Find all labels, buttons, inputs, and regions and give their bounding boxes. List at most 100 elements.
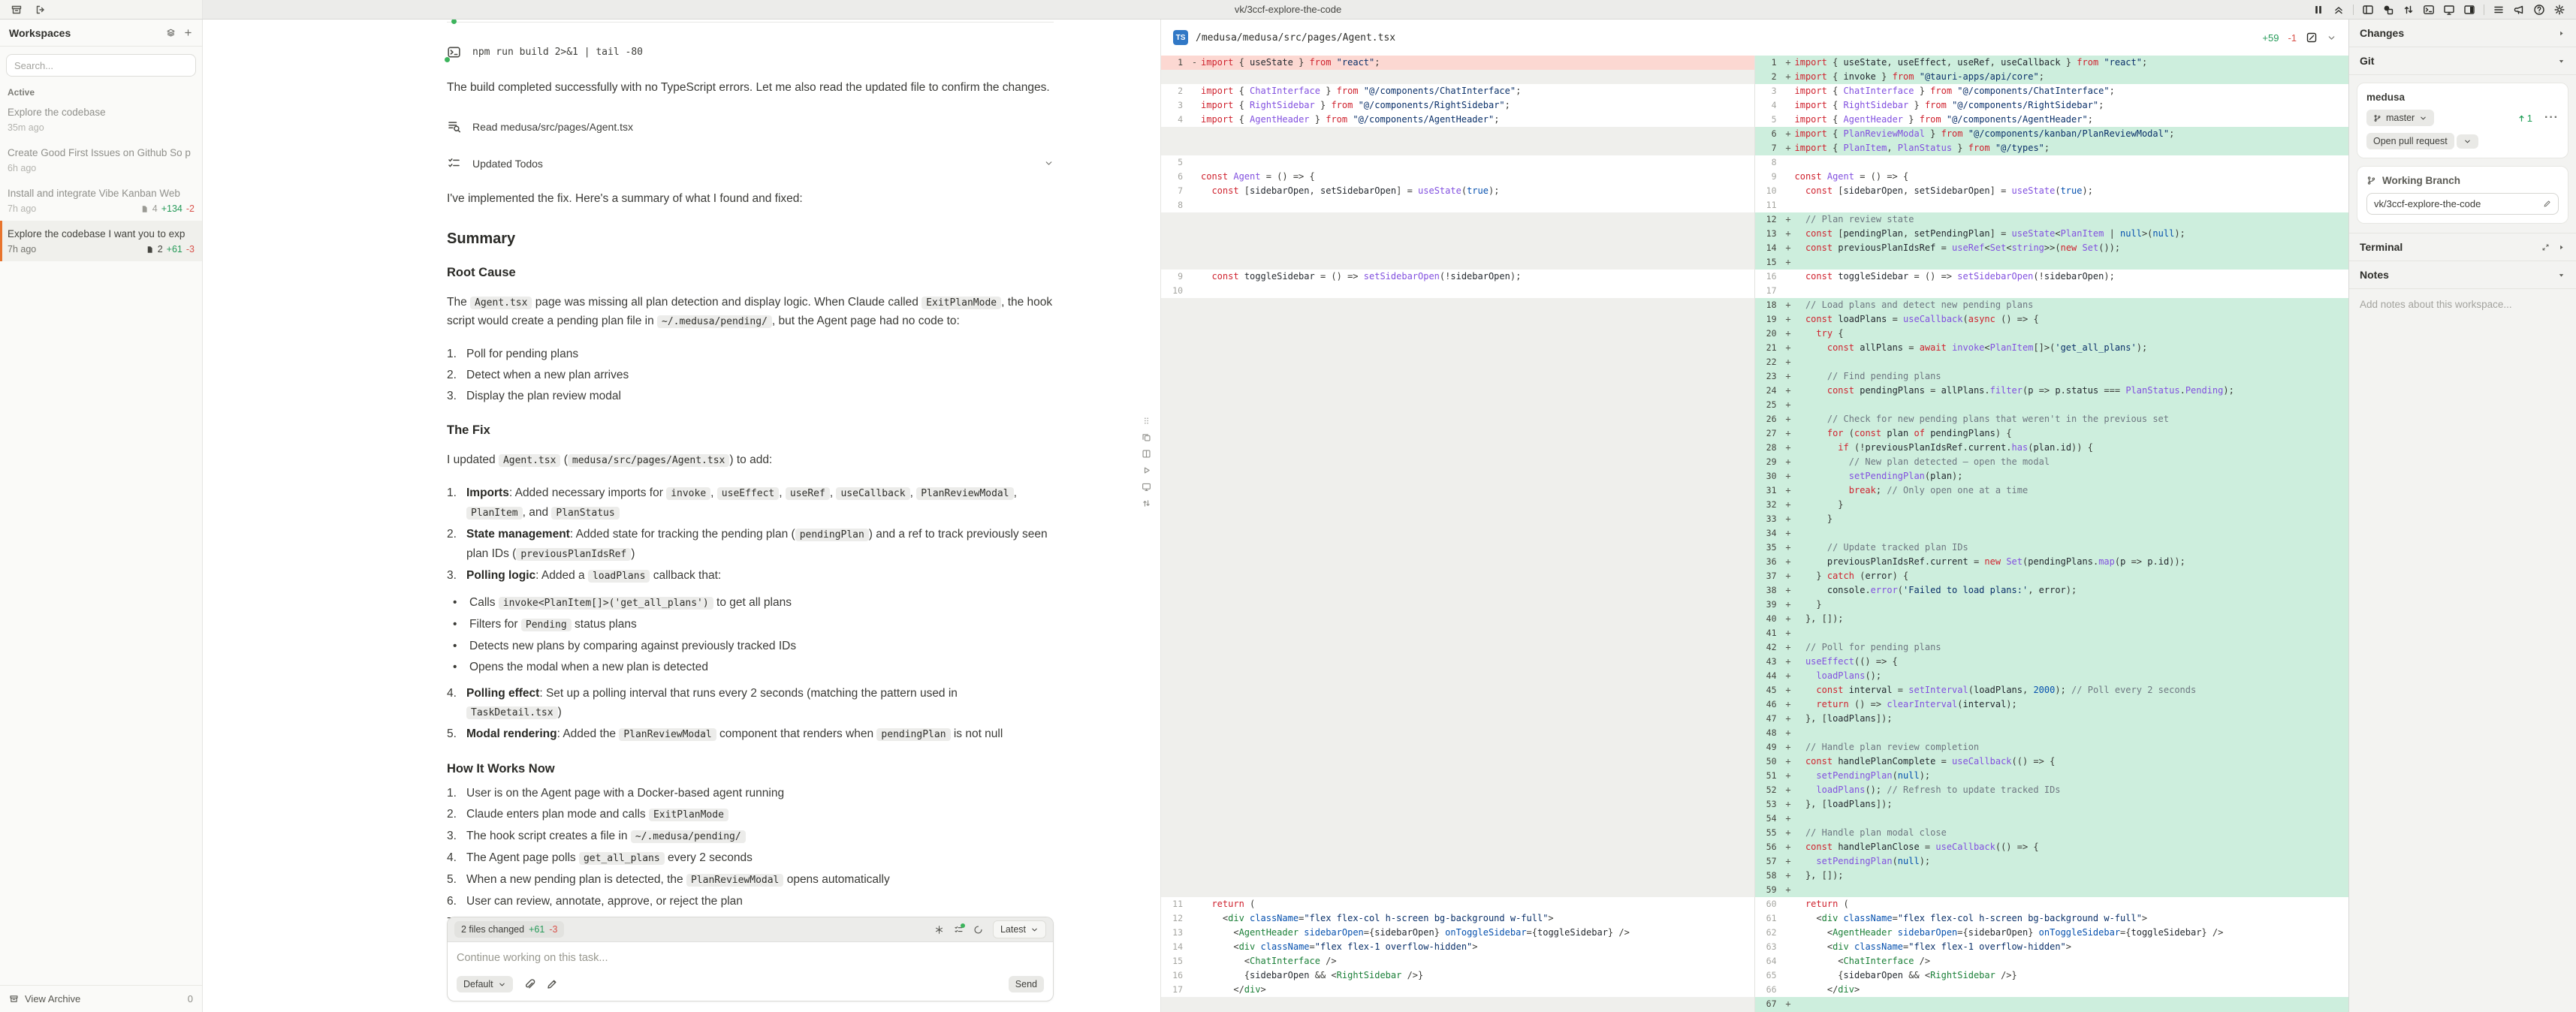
notes-label: Notes — [2360, 269, 2389, 281]
diff-line-added: 46+ return () => clearInterval(interval)… — [1755, 697, 2349, 712]
tool-call-row[interactable]: Read medusa/src/pages/Agent.tsx — [447, 119, 1054, 134]
workspace-item[interactable]: Explore the codebase35m ago — [0, 99, 202, 140]
diff-line-added: 49+ // Handle plan review completion — [1755, 740, 2349, 754]
list-item: 1.Imports: Added necessary imports for i… — [447, 483, 1054, 523]
diff-pane-old: 1-import { useState } from "react";2impo… — [1161, 56, 1755, 1012]
pr-options-button[interactable] — [2457, 134, 2478, 149]
search-input[interactable]: Search... — [6, 54, 196, 77]
diff-line-filler — [1161, 997, 1754, 1011]
message-input[interactable]: Continue working on this task... — [457, 952, 1044, 964]
workspace-item[interactable]: Explore the codebase I want you to exp7h… — [0, 221, 202, 261]
diff-line-added: 7+import { PlanItem, PlanStatus } from "… — [1755, 141, 2349, 155]
diff-line-added: 38+ console.error('Failed to load plans:… — [1755, 583, 2349, 598]
notes-input[interactable]: Add notes about this workspace... — [2349, 289, 2576, 320]
ahead-count: 1 — [2527, 113, 2532, 124]
diff-line-added: 42+ // Poll for pending plans — [1755, 640, 2349, 655]
expand-icon[interactable] — [2541, 243, 2550, 251]
panel-left-icon[interactable] — [2362, 4, 2374, 16]
diff-line-filler — [1161, 512, 1754, 526]
diff-line-context: 14 <div className="flex flex-1 overflow-… — [1161, 940, 1754, 954]
diff-line-filler — [1161, 255, 1754, 270]
more-actions-button[interactable]: ··· — [2544, 111, 2559, 125]
workspace-diff-stats: 4+134-2 — [140, 203, 195, 214]
copy-icon[interactable] — [1142, 432, 1151, 442]
help-icon[interactable] — [2533, 4, 2545, 16]
model-select[interactable]: Default — [457, 976, 513, 992]
chevrons-up-icon[interactable] — [2333, 4, 2345, 16]
working-branch-input[interactable]: vk/3ccf-explore-the-code — [2366, 193, 2559, 215]
diff-view-toggle-icon[interactable] — [2306, 32, 2318, 44]
diff-line-added: 40+ }, []); — [1755, 612, 2349, 626]
section-notes[interactable]: Notes — [2349, 261, 2576, 289]
diff-line-added: 28+ if (!previousPlanIdsRef.current.has(… — [1755, 441, 2349, 455]
version-select-label: Latest — [1000, 924, 1026, 935]
tool-call-row[interactable]: Updated Todos — [447, 156, 1054, 170]
git-compare-icon[interactable] — [1142, 498, 1151, 508]
layers-icon[interactable] — [166, 28, 176, 38]
diff-line-added: 48+ — [1755, 726, 2349, 740]
shapes-icon[interactable] — [2382, 4, 2394, 16]
menu-icon[interactable] — [2493, 4, 2505, 16]
megaphone-icon[interactable] — [2513, 4, 2525, 16]
diff-line-context: 5import { AgentHeader } from "@/componen… — [1755, 113, 2349, 127]
diff-line-filler — [1161, 141, 1754, 155]
list-item: 3.Display the plan review modal — [447, 387, 1054, 405]
diff-line-filler — [1161, 726, 1754, 740]
grip-icon[interactable] — [1142, 416, 1151, 426]
send-button[interactable]: Send — [1009, 976, 1044, 992]
add-workspace-button[interactable] — [183, 28, 193, 38]
diff-file-header[interactable]: TS /medusa/medusa/src/pages/Agent.tsx +5… — [1161, 20, 2348, 56]
diff-line-filler — [1161, 355, 1754, 369]
diff-line-added: 24+ const pendingPlans = allPlans.filter… — [1755, 384, 2349, 398]
workspaces-sidebar: Workspaces Search... Active Explore the … — [0, 20, 203, 1012]
assistant-paragraph: I've implemented the fix. Here's a summa… — [447, 190, 1054, 208]
terminal-icon[interactable] — [2423, 4, 2435, 16]
spinner-icon[interactable] — [973, 925, 983, 935]
gear-icon[interactable] — [2553, 4, 2565, 16]
paperclip-icon[interactable] — [523, 978, 535, 990]
diff-line-added: 34+ — [1755, 526, 2349, 541]
diff-line-added: 13+ const [pendingPlan, setPendingPlan] … — [1755, 227, 2349, 241]
chevron-down-icon[interactable] — [1044, 158, 1054, 168]
typescript-badge: TS — [1173, 30, 1188, 45]
collapse-diff-icon[interactable] — [2327, 33, 2336, 43]
terminal-icon — [447, 45, 463, 59]
diff-line-added: 1+import { useState, useEffect, useRef, … — [1755, 56, 2349, 70]
workspace-time: 7h ago — [8, 244, 36, 255]
pause-icon[interactable] — [2312, 4, 2324, 16]
section-git[interactable]: Git — [2349, 47, 2576, 75]
archive-icon[interactable] — [11, 4, 23, 16]
pen-icon[interactable] — [546, 978, 558, 990]
files-changed-chip[interactable]: 2 files changed +61 -3 — [454, 921, 564, 938]
todos-icon[interactable] — [954, 925, 964, 935]
diff-line-context: 12 <div className="flex flex-col h-scree… — [1161, 911, 1754, 926]
version-select[interactable]: Latest — [993, 920, 1046, 938]
workspace-item[interactable]: Install and integrate Vibe Kanban Web7h … — [0, 180, 202, 221]
view-archive-button[interactable]: View Archive 0 — [0, 985, 202, 1012]
diff-line-filler — [1161, 441, 1754, 455]
columns-icon[interactable] — [1142, 449, 1151, 459]
tool-call-row[interactable]: npm run build 2>&1 | tail -80 — [447, 45, 1054, 59]
collapse-sidebar-icon[interactable] — [35, 4, 47, 16]
assistant-paragraph: The build completed successfully with no… — [447, 79, 1054, 97]
monitor-icon[interactable] — [2443, 4, 2455, 16]
branch-select[interactable]: master — [2366, 110, 2434, 126]
diff-line-filler — [1161, 883, 1754, 897]
monitor-icon[interactable] — [1142, 482, 1151, 492]
spark-icon[interactable] — [934, 925, 944, 935]
inline-code: Pending — [521, 619, 572, 631]
section-terminal[interactable]: Terminal — [2349, 233, 2576, 261]
diff-line-filler — [1161, 826, 1754, 840]
diff-removed-count: -1 — [2288, 32, 2297, 44]
diff-line-filler — [1161, 797, 1754, 812]
git-compare-icon[interactable] — [2403, 4, 2415, 16]
diff-line-filler — [1161, 555, 1754, 569]
play-icon[interactable] — [1142, 465, 1151, 475]
inline-code: PlanItem — [466, 507, 523, 520]
diff-line-filler — [1161, 341, 1754, 355]
workspace-item[interactable]: Create Good First Issues on Github So p6… — [0, 140, 202, 180]
inline-code: previousPlanIdsRef — [516, 548, 631, 561]
panel-right-icon[interactable] — [2463, 4, 2475, 16]
open-pull-request-button[interactable]: Open pull request — [2366, 133, 2454, 149]
section-changes[interactable]: Changes — [2349, 20, 2576, 47]
